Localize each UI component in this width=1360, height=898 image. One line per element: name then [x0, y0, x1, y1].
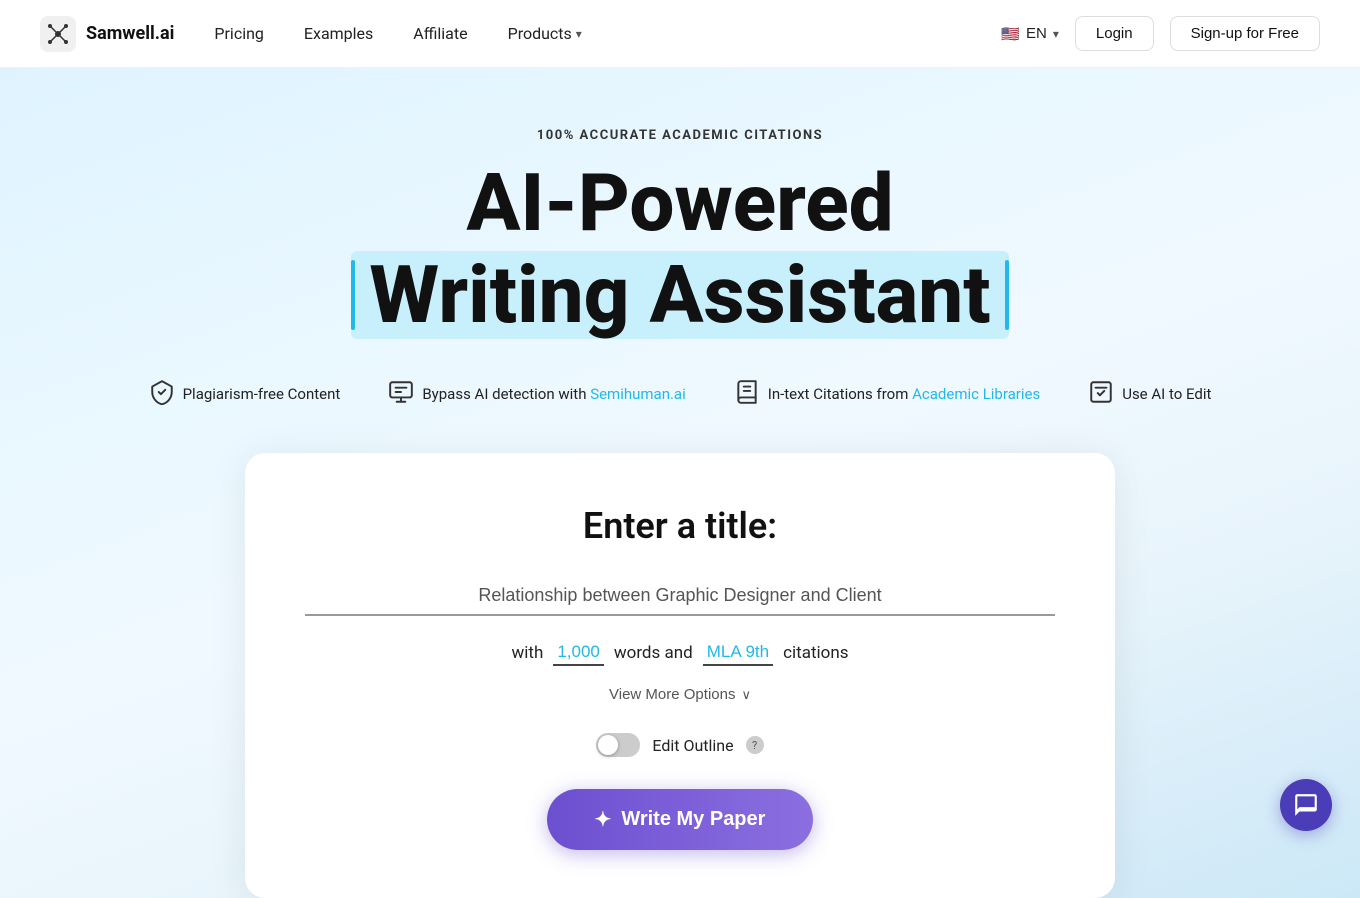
edit-icon	[1088, 379, 1114, 409]
feature-citations-label: In-text Citations from Academic Librarie…	[768, 385, 1040, 403]
nav-products[interactable]: Products ▾	[508, 24, 582, 43]
feature-plagiarism-label: Plagiarism-free Content	[183, 385, 341, 403]
nav-affiliate[interactable]: Affiliate	[413, 24, 467, 43]
academic-libraries-link[interactable]: Academic Libraries	[912, 385, 1040, 403]
lang-chevron-icon: ▾	[1053, 27, 1059, 41]
signup-button[interactable]: Sign-up for Free	[1170, 16, 1320, 51]
edit-outline-label: Edit Outline	[652, 736, 733, 755]
logo-icon	[40, 16, 76, 52]
edit-outline-toggle[interactable]	[596, 733, 640, 757]
toggle-thumb	[598, 735, 618, 755]
options-row: with 1,000 words and MLA 9th citations	[511, 640, 848, 666]
hero-title-line2: Writing Assistant	[351, 251, 1008, 339]
feature-plagiarism: Plagiarism-free Content	[149, 379, 341, 409]
nav-pricing[interactable]: Pricing	[214, 24, 264, 43]
citations-label: citations	[783, 643, 848, 663]
feature-citations: In-text Citations from Academic Librarie…	[734, 379, 1040, 409]
navbar: Samwell.ai Pricing Examples Affiliate Pr…	[0, 0, 1360, 68]
edit-outline-row: Edit Outline ?	[596, 733, 763, 757]
feature-edit: Use AI to Edit	[1088, 379, 1211, 409]
semihuman-link[interactable]: Semihuman.ai	[590, 385, 686, 403]
hero-title-line1: AI-Powered	[466, 163, 893, 243]
language-selector[interactable]: 🇺🇸 EN ▾	[1001, 25, 1059, 43]
write-btn-label: Write My Paper	[621, 808, 765, 831]
logo-text: Samwell.ai	[86, 23, 174, 44]
view-more-chevron-icon: ∨	[741, 687, 751, 703]
with-label: with	[511, 643, 543, 663]
feature-edit-label: Use AI to Edit	[1122, 385, 1211, 403]
hero-badge: 100% ACCURATE ACADEMIC CITATIONS	[537, 128, 823, 143]
cursor-right-icon	[1005, 260, 1009, 330]
hero-title-highlight: Writing Assistant	[351, 251, 1008, 339]
feature-bypass: Bypass AI detection with Semihuman.ai	[388, 379, 685, 409]
title-input[interactable]	[305, 577, 1055, 616]
card-title: Enter a title:	[583, 505, 777, 547]
help-icon[interactable]: ?	[746, 736, 764, 754]
cursor-left-icon	[351, 260, 355, 330]
login-button[interactable]: Login	[1075, 16, 1154, 51]
chat-icon	[1293, 792, 1319, 818]
write-my-paper-button[interactable]: ✦ Write My Paper	[547, 789, 814, 850]
words-selector[interactable]: 1,000	[553, 640, 604, 666]
nav-examples[interactable]: Examples	[304, 24, 373, 43]
words-after-label: words and	[614, 643, 693, 663]
citation-selector[interactable]: MLA 9th	[703, 640, 773, 666]
bypass-icon	[388, 379, 414, 409]
main-card: Enter a title: with 1,000 words and MLA …	[245, 453, 1115, 898]
star-icon: ✦	[595, 807, 612, 832]
view-more-label: View More Options	[609, 686, 735, 703]
chat-bubble-button[interactable]	[1280, 779, 1332, 831]
features-row: Plagiarism-free Content Bypass AI detect…	[149, 379, 1212, 409]
citation-icon	[734, 379, 760, 409]
shield-check-icon	[149, 379, 175, 409]
hero-section: 100% ACCURATE ACADEMIC CITATIONS AI-Powe…	[0, 68, 1360, 898]
logo[interactable]: Samwell.ai	[40, 16, 174, 52]
flag-icon: 🇺🇸	[1001, 25, 1020, 43]
view-more-button[interactable]: View More Options ∨	[609, 686, 751, 703]
feature-bypass-label: Bypass AI detection with Semihuman.ai	[422, 385, 685, 403]
products-chevron-icon: ▾	[576, 27, 582, 41]
